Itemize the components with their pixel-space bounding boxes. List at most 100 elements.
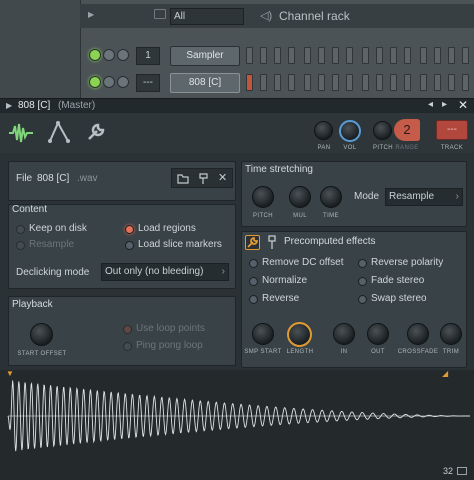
step-button[interactable] [362, 47, 369, 64]
step-button[interactable] [304, 47, 311, 64]
waveform-tab-icon[interactable] [8, 122, 34, 144]
menu-arrow-icon[interactable]: ▶ [6, 101, 12, 110]
step-button[interactable] [404, 74, 411, 91]
step-button[interactable] [376, 74, 383, 91]
length-knob[interactable] [287, 322, 312, 347]
normalize-radio[interactable] [249, 277, 258, 286]
mixer-track-selector[interactable]: --- [436, 120, 468, 140]
resample-label: Resample [29, 239, 75, 250]
waveform-display[interactable]: ▼ ◢ 32 [0, 369, 474, 480]
pitch-knob[interactable] [373, 121, 392, 140]
step-button[interactable] [376, 47, 383, 64]
start-offset-label: START OFFSET [17, 351, 67, 357]
mute-led[interactable] [89, 49, 101, 61]
menu-arrow-icon[interactable]: ▶ [88, 10, 94, 19]
folder-icon[interactable] [154, 9, 166, 19]
load-regions-radio[interactable] [125, 225, 134, 234]
step-button[interactable] [246, 47, 253, 64]
pan-knob[interactable] [103, 76, 115, 88]
fade-stereo-radio[interactable] [358, 277, 367, 286]
in-knob[interactable] [333, 323, 355, 345]
swap-stereo-radio[interactable] [358, 295, 367, 304]
arrow-left-icon[interactable]: ◂ [428, 99, 433, 110]
volume-knob[interactable] [117, 49, 129, 61]
pitch-label: PITCH [373, 145, 393, 151]
step-button[interactable] [420, 74, 427, 91]
stretch-mul-label: MUL [293, 213, 307, 219]
pin-icon[interactable] [267, 235, 277, 250]
start-offset-knob[interactable] [30, 323, 53, 346]
mixer-track-number[interactable]: --- [136, 74, 160, 92]
speaker-icon[interactable]: ◁) [260, 9, 272, 22]
volume-knob[interactable] [117, 76, 129, 88]
step-button[interactable] [362, 74, 369, 91]
step-button[interactable] [404, 47, 411, 64]
step-button[interactable] [434, 47, 441, 64]
channel-button-sampler[interactable]: Sampler [170, 46, 240, 66]
channel-rack-title: Channel rack [279, 9, 350, 23]
step-button[interactable] [260, 47, 267, 64]
step-button[interactable] [274, 74, 281, 91]
trim-knob[interactable] [440, 323, 462, 345]
length-label: LENGTH [286, 349, 314, 355]
step-button[interactable] [346, 47, 353, 64]
mixer-track-number[interactable]: 1 [136, 47, 160, 65]
wrench-icon[interactable] [245, 235, 260, 250]
step-button[interactable] [448, 47, 455, 64]
step-button[interactable] [462, 47, 469, 64]
folder-icon[interactable] [177, 173, 189, 184]
step-button[interactable] [390, 74, 397, 91]
reverse-radio[interactable] [249, 295, 258, 304]
step-button[interactable] [288, 74, 295, 91]
step-button[interactable] [332, 74, 339, 91]
close-icon[interactable]: ✕ [458, 98, 468, 112]
step-button[interactable] [346, 74, 353, 91]
stretch-mul-knob[interactable] [289, 186, 311, 208]
pitch-range-display[interactable]: 2 [394, 119, 420, 141]
volume-knob[interactable] [339, 120, 361, 142]
plugin-title-bar[interactable]: ▶ 808 [C] (Master) ◂ ▸ ✕ [0, 98, 474, 113]
keep-on-disk-radio[interactable] [16, 225, 25, 234]
step-button[interactable] [304, 74, 311, 91]
arrow-right-icon[interactable]: ▸ [442, 99, 447, 110]
step-button[interactable] [318, 47, 325, 64]
crossfade-knob[interactable] [407, 323, 429, 345]
pan-knob[interactable] [103, 49, 115, 61]
file-actions: ✕ [171, 168, 233, 188]
step-button[interactable] [332, 47, 339, 64]
stretch-mode-dropdown[interactable]: Resample › [385, 188, 463, 206]
step-sequencer [246, 47, 474, 65]
pin-icon[interactable] [198, 172, 210, 185]
step-button[interactable] [246, 74, 253, 91]
filter-dropdown[interactable]: All [170, 8, 244, 25]
close-icon[interactable]: ✕ [218, 171, 227, 184]
info-icon[interactable] [457, 467, 467, 475]
stretch-time-knob[interactable] [320, 186, 342, 208]
declicking-mode-value: Out only (no bleeding) [105, 266, 204, 277]
ping-pong-loop-radio[interactable] [123, 342, 132, 351]
step-button[interactable] [448, 74, 455, 91]
step-button[interactable] [462, 74, 469, 91]
wrench-tab-icon[interactable] [86, 122, 106, 142]
envelope-tab-icon[interactable] [48, 120, 70, 144]
pan-knob[interactable] [314, 121, 333, 140]
smp-start-knob[interactable] [252, 323, 274, 345]
stretch-pitch-knob[interactable] [252, 186, 274, 208]
resample-radio[interactable] [16, 241, 25, 250]
mute-led[interactable] [89, 76, 101, 88]
step-button[interactable] [390, 47, 397, 64]
declicking-mode-dropdown[interactable]: Out only (no bleeding) › [101, 263, 229, 281]
use-loop-points-radio[interactable] [123, 325, 132, 334]
out-knob[interactable] [367, 323, 389, 345]
playback-section: Playback START OFFSET Use loop points Pi… [8, 296, 236, 366]
remove-dc-offset-radio[interactable] [249, 259, 258, 268]
channel-button-808[interactable]: 808 [C] [170, 73, 240, 93]
step-button[interactable] [260, 74, 267, 91]
step-button[interactable] [274, 47, 281, 64]
step-button[interactable] [434, 74, 441, 91]
step-button[interactable] [420, 47, 427, 64]
step-button[interactable] [318, 74, 325, 91]
step-button[interactable] [288, 47, 295, 64]
load-slice-markers-radio[interactable] [125, 241, 134, 250]
reverse-polarity-radio[interactable] [358, 259, 367, 268]
